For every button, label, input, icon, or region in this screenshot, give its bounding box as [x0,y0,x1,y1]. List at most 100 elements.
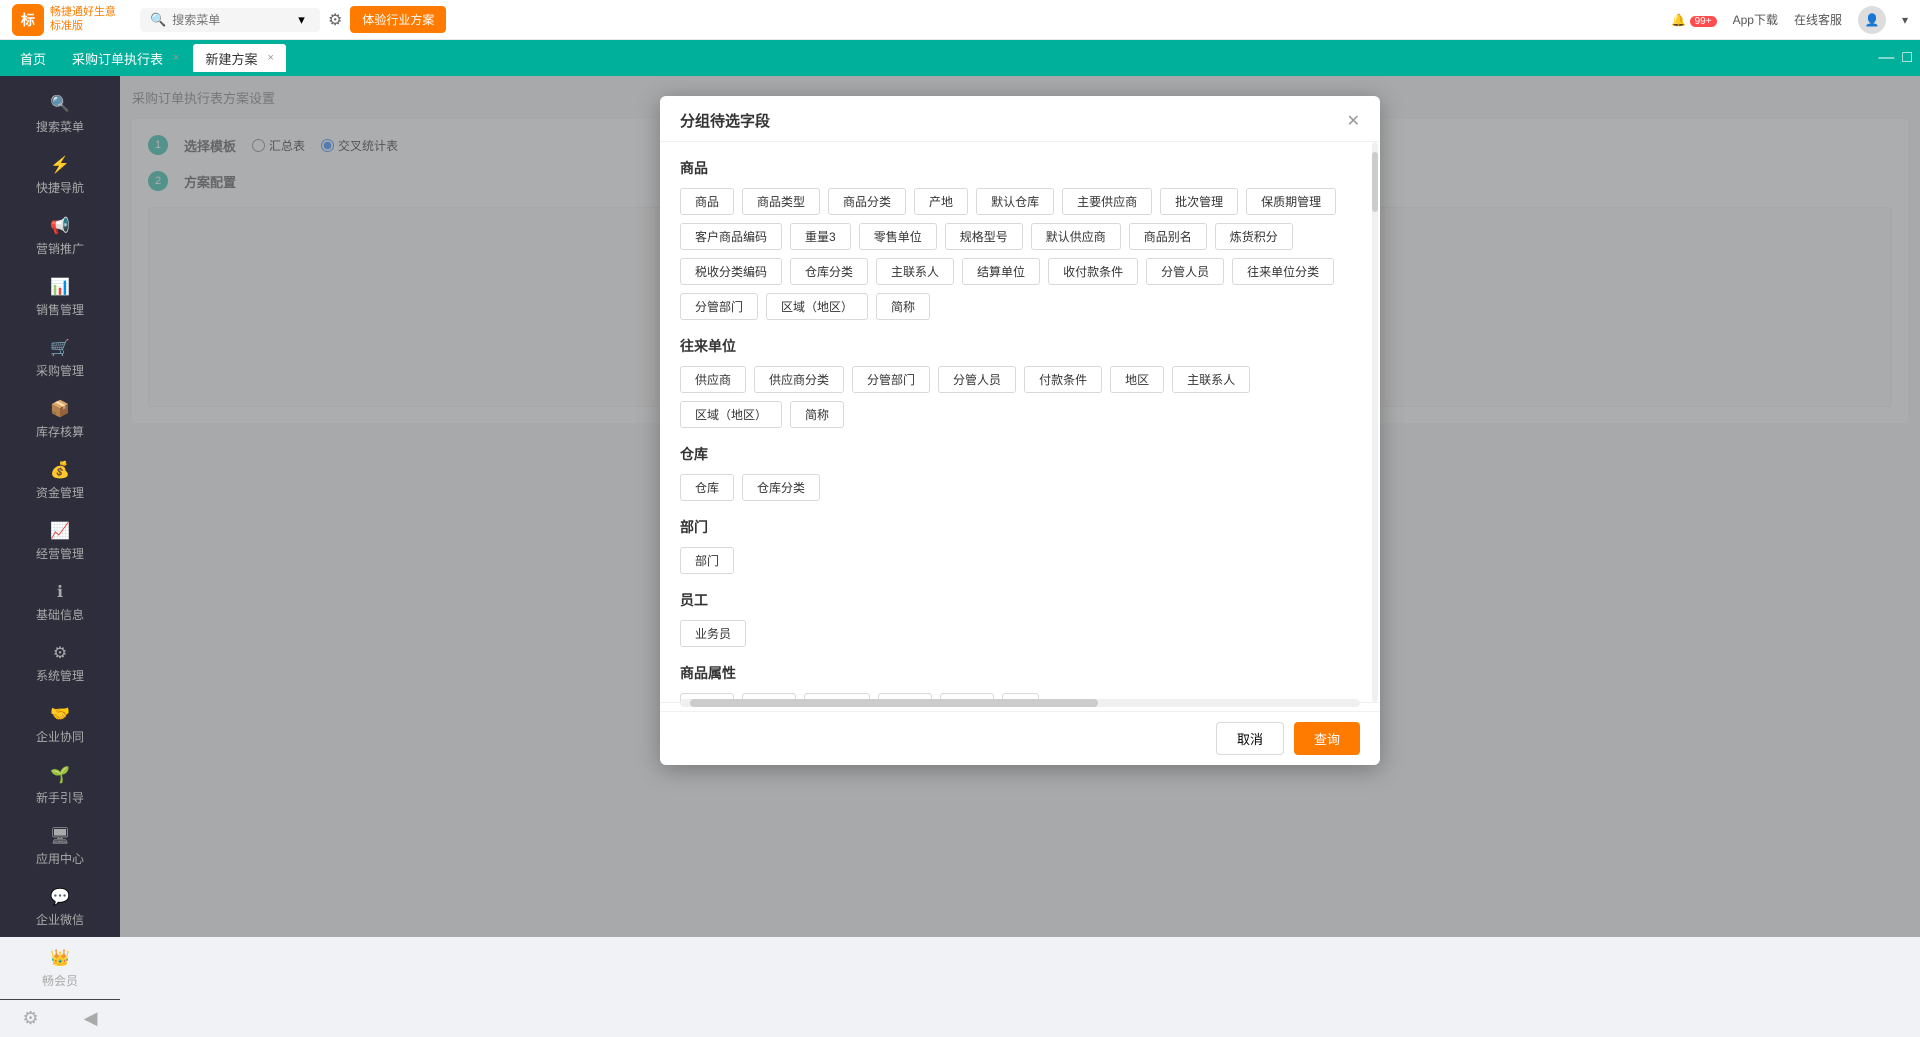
sidebar-item-sales[interactable]: 📊 销售管理 [0,267,120,328]
field-tag-region2[interactable]: 区域（地区） [680,401,782,428]
sidebar-item-guide[interactable]: 🌱 新手引导 [0,755,120,816]
window-minimize-icon[interactable]: — [1878,49,1894,67]
field-tag-default-warehouse[interactable]: 默认仓库 [976,188,1054,215]
app-download-link[interactable]: App下载 [1733,11,1778,28]
field-tag-payment-condition[interactable]: 付款条件 [1024,366,1102,393]
field-tag-points[interactable]: 炼货积分 [1215,223,1293,250]
sidebar-item-member[interactable]: 👑 畅会员 [0,938,120,999]
modal-hscrollbar-thumb[interactable] [690,699,1098,707]
cancel-button[interactable]: 取消 [1216,722,1284,755]
sidebar-item-collab[interactable]: 🤝 企业协同 [0,694,120,755]
field-tag-manager2[interactable]: 分管人员 [938,366,1016,393]
app-name: 畅捷通好生意 [50,6,116,19]
field-tag-product-type[interactable]: 商品类型 [742,188,820,215]
logo-icon: 标 [12,4,44,36]
field-tag-default-supplier[interactable]: 默认供应商 [1031,223,1121,250]
modal-hscrollbar-track [680,699,1360,707]
sidebar-item-system[interactable]: ⚙ 系统管理 [0,633,120,694]
sidebar-item-purchase-label: 采购管理 [36,362,84,379]
sidebar-item-inventory[interactable]: 📦 库存核算 [0,389,120,450]
marketing-icon: 📢 [50,216,70,236]
content-area: 采购订单执行表方案设置 1 选择模板 汇总表 交叉统计表 2 [120,76,1920,937]
sidebar-item-purchase[interactable]: 🛒 采购管理 [0,328,120,389]
product-fields-grid: 商品 商品类型 商品分类 产地 默认仓库 主要供应商 批次管理 保质期管理 客户… [680,188,1360,320]
field-tag-dept[interactable]: 分管部门 [680,293,758,320]
field-tag-customer-code[interactable]: 客户商品编码 [680,223,782,250]
tab-home[interactable]: 首页 [8,44,58,72]
field-tag-main-contact[interactable]: 主联系人 [876,258,954,285]
field-tag-region[interactable]: 区域（地区） [766,293,868,320]
field-tag-abbreviation2[interactable]: 简称 [790,401,844,428]
field-tag-batch[interactable]: 批次管理 [1160,188,1238,215]
modal-close-button[interactable]: ✕ [1347,111,1360,131]
partner-fields-grid: 供应商 供应商分类 分管部门 分管人员 付款条件 地区 主联系人 区域（地区） … [680,366,1360,428]
nav-tabs: 首页 采购订单执行表 × 新建方案 × — □ [0,40,1920,76]
field-tag-main-contact2[interactable]: 主联系人 [1172,366,1250,393]
tab-new-plan[interactable]: 新建方案 × [193,44,285,72]
field-tag-main-supplier[interactable]: 主要供应商 [1062,188,1152,215]
section-title-employee: 员工 [680,590,1360,610]
sidebar-item-basic-info[interactable]: ℹ 基础信息 [0,572,120,633]
field-tag-origin[interactable]: 产地 [914,188,968,215]
field-tag-warehouse[interactable]: 仓库 [680,474,734,501]
sales-icon: 📊 [50,277,70,297]
field-tag-dept3[interactable]: 部门 [680,547,734,574]
sidebar-item-quick-nav[interactable]: ⚡ 快捷导航 [0,145,120,206]
notification-area[interactable]: 🔔 99+ [1671,13,1716,27]
basic-info-icon: ℹ [50,582,70,602]
field-tag-product[interactable]: 商品 [680,188,734,215]
sidebar-item-marketing[interactable]: 📢 营销推广 [0,206,120,267]
field-tag-salesperson[interactable]: 业务员 [680,620,746,647]
window-maximize-icon[interactable]: □ [1902,49,1912,67]
sidebar-item-wechat[interactable]: 💬 企业微信 [0,877,120,938]
trial-btn[interactable]: 体验行业方案 [350,6,446,33]
warehouse-fields-grid: 仓库 仓库分类 [680,474,1360,501]
field-tag-settlement-unit[interactable]: 结算单位 [962,258,1040,285]
employee-fields-grid: 业务员 [680,620,1360,647]
gear-icon[interactable]: ⚙ [328,10,342,30]
field-tag-supplier-category[interactable]: 供应商分类 [754,366,844,393]
sidebar-item-member-label: 畅会员 [42,972,78,989]
field-tag-warehouse-category[interactable]: 仓库分类 [790,258,868,285]
field-tag-product-category[interactable]: 商品分类 [828,188,906,215]
sidebar-settings-icon[interactable]: ⚙ [23,1008,39,1029]
sidebar-item-finance-label: 资金管理 [36,484,84,501]
field-tag-expiry[interactable]: 保质期管理 [1246,188,1336,215]
field-tag-tax-code[interactable]: 税收分类编码 [680,258,782,285]
search-input[interactable] [172,13,292,27]
sidebar-collapse-icon[interactable]: ◀ [84,1008,98,1029]
tab-home-label: 首页 [20,49,46,68]
avatar[interactable]: 👤 [1858,6,1886,34]
app-sub: 标准版 [50,20,116,33]
sidebar-item-management[interactable]: 📈 经营管理 [0,511,120,572]
field-tag-weight3[interactable]: 重量3 [790,223,851,250]
sidebar-item-marketing-label: 营销推广 [36,240,84,257]
confirm-button[interactable]: 查询 [1294,722,1360,755]
tab-new-plan-label: 新建方案 [205,49,257,68]
tab-new-plan-close[interactable]: × [267,52,273,64]
tab-purchase-list-close[interactable]: × [173,52,179,64]
field-tag-abbreviation[interactable]: 简称 [876,293,930,320]
section-title-partner: 往来单位 [680,336,1360,356]
header-right: 🔔 99+ App下载 在线客服 👤 ▾ [1671,6,1908,34]
field-tag-product-alias[interactable]: 商品别名 [1129,223,1207,250]
modal-footer: 取消 查询 [660,711,1380,765]
field-tag-payment-terms[interactable]: 收付款条件 [1048,258,1138,285]
sidebar-item-app-center[interactable]: 🖥 应用中心 [0,816,120,877]
search-bar[interactable]: 🔍 ▾ [140,8,320,32]
field-tag-dept2[interactable]: 分管部门 [852,366,930,393]
sidebar-item-finance[interactable]: 💰 资金管理 [0,450,120,511]
sidebar-item-search[interactable]: 🔍 搜索菜单 [0,84,120,145]
field-tag-area[interactable]: 地区 [1110,366,1164,393]
field-tag-warehouse-cat[interactable]: 仓库分类 [742,474,820,501]
modal-scrollbar-thumb[interactable] [1372,152,1378,212]
field-tag-spec[interactable]: 规格型号 [945,223,1023,250]
modal-body[interactable]: 商品 商品 商品类型 商品分类 产地 默认仓库 主要供应商 批次管理 保质期管理… [660,142,1380,702]
tab-purchase-list[interactable]: 采购订单执行表 × [60,44,191,72]
field-tag-retail-unit[interactable]: 零售单位 [859,223,937,250]
field-tag-supplier[interactable]: 供应商 [680,366,746,393]
user-menu-arrow[interactable]: ▾ [1902,13,1908,27]
online-service-link[interactable]: 在线客服 [1794,11,1842,28]
field-tag-partner-category[interactable]: 往来单位分类 [1232,258,1334,285]
field-tag-manager[interactable]: 分管人员 [1146,258,1224,285]
